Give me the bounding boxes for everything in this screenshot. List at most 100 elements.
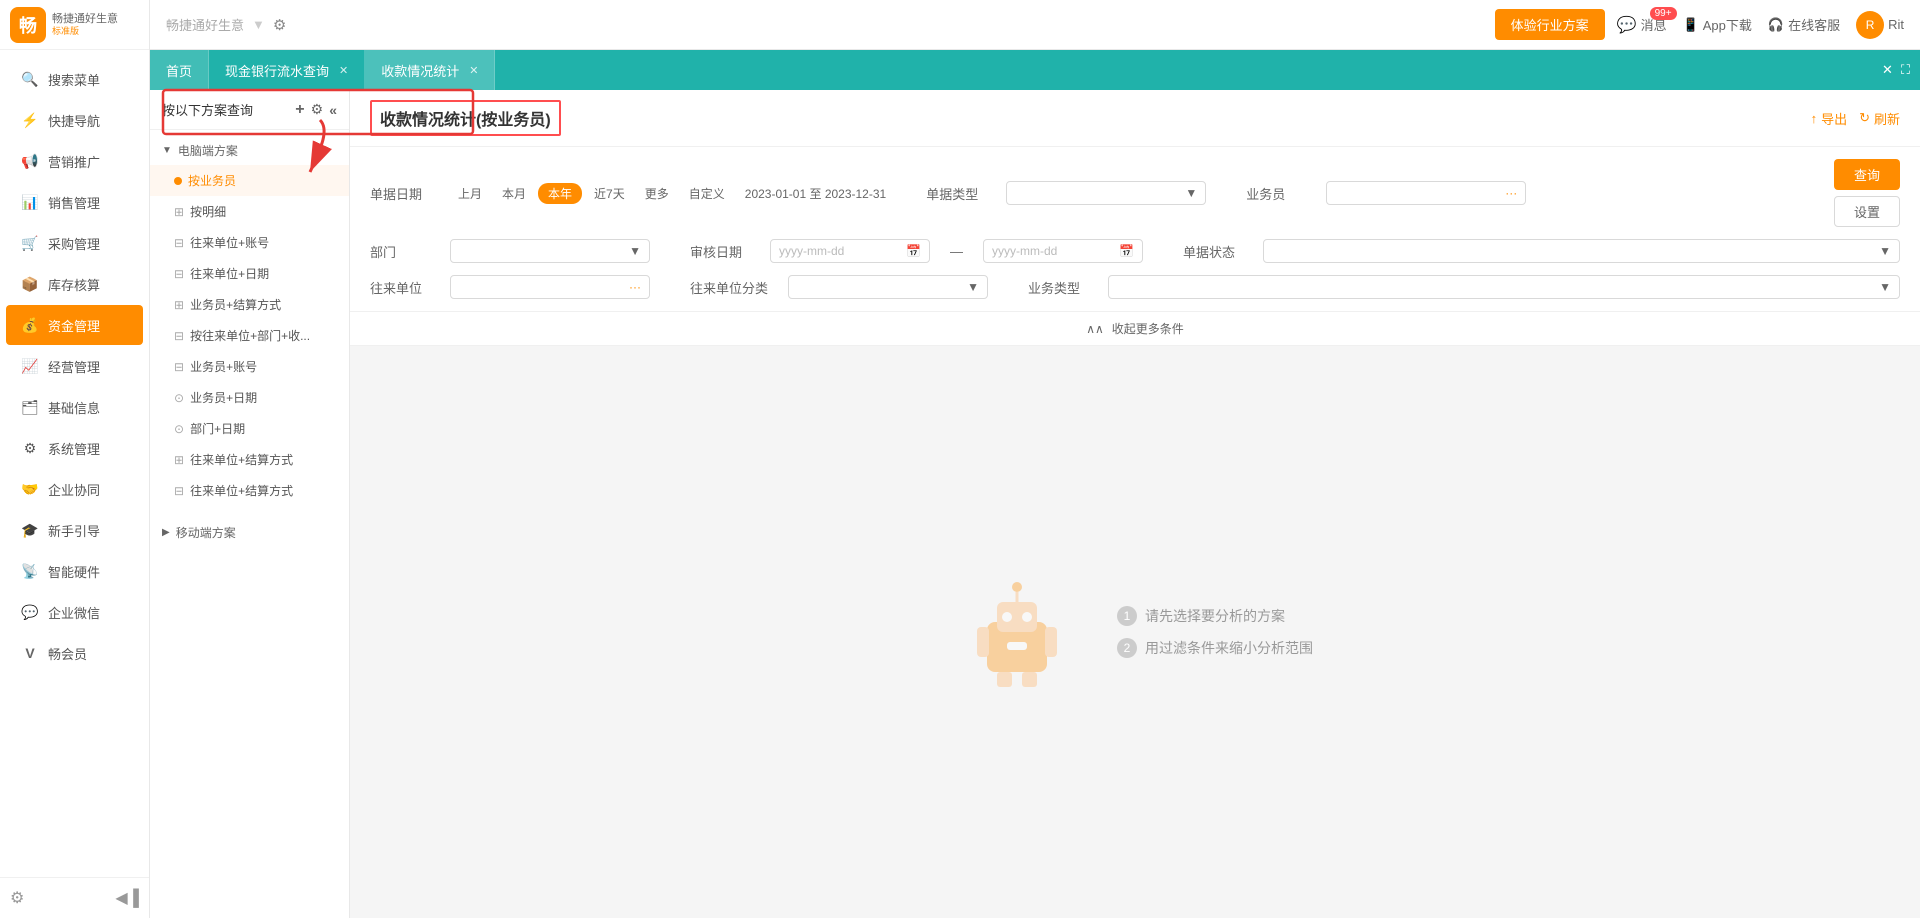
app-breadcrumb: 畅捷通好生意 (166, 15, 244, 34)
logo-text: 畅捷通好生意 标准版 (52, 12, 118, 38)
page-actions: ↑ 导出 ↻ 刷新 (1811, 109, 1900, 128)
page-title: 收款情况统计(按业务员) (370, 100, 561, 136)
tab-home[interactable]: 首页 (150, 50, 209, 90)
sidebar-item-inventory[interactable]: 📦 库存核算 (6, 264, 143, 304)
panel-add-icon[interactable]: + (295, 101, 304, 119)
sidebar-item-operation[interactable]: 📈 经营管理 (6, 346, 143, 386)
salesperson-more-icon[interactable]: ··· (1505, 186, 1517, 200)
calendar-start-icon[interactable]: 📅 (906, 244, 921, 258)
marketing-icon: 📢 (20, 151, 40, 171)
date-label: 单据日期 (370, 184, 430, 203)
sidebar-item-system[interactable]: ⚙ 系统管理 (6, 428, 143, 468)
tab-close-all-icon[interactable]: ✕ (1882, 62, 1893, 78)
tab-receipt[interactable]: 收款情况统计 ✕ (365, 50, 495, 90)
date-tabs: 上月 本月 本年 近7天 更多 自定义 2023-01-01 至 2023-12… (450, 183, 886, 204)
query-button[interactable]: 查询 (1834, 159, 1900, 190)
set-button[interactable]: 设置 (1834, 196, 1900, 227)
panel-header-label: 按以下方案查询 (162, 100, 253, 119)
counterpart-category-select[interactable]: ▼ (788, 275, 988, 299)
date-tab-thisyear[interactable]: 本年 (538, 183, 582, 204)
sidebar-item-label: 营销推广 (48, 152, 100, 171)
panel-item-unit-dept[interactable]: ⊟ 按往来单位+部门+收... (150, 320, 349, 351)
date-tab-thismonth[interactable]: 本月 (494, 183, 534, 204)
sidebar-item-purchase[interactable]: 🛒 采购管理 (6, 223, 143, 263)
business-type-dropdown-icon: ▼ (1879, 280, 1891, 294)
tab-maximize-icon[interactable]: ⛶ (1901, 62, 1910, 78)
panel-item-unit-settle1[interactable]: ⊞ 往来单位+结算方式 (150, 444, 349, 475)
sidebar-item-label: 库存核算 (48, 275, 100, 294)
dept-select[interactable]: ▼ (450, 239, 650, 263)
online-service-area[interactable]: 🎧 在线客服 (1768, 15, 1840, 34)
tab-bar-actions: ✕ ⛶ (1882, 62, 1920, 78)
date-tab-custom[interactable]: 自定义 (681, 183, 733, 204)
sales-icon: 📊 (20, 192, 40, 212)
calendar-end-icon[interactable]: 📅 (1119, 244, 1134, 258)
sidebar-settings-icon[interactable]: ⚙ (10, 888, 24, 908)
review-date-start[interactable]: yyyy-mm-dd 📅 (770, 239, 930, 263)
counterpart-more-icon[interactable]: ··· (629, 280, 641, 294)
panel-collapse-icon[interactable]: « (329, 102, 337, 118)
salesperson-label: 业务员 (1246, 184, 1306, 203)
sidebar-item-corp[interactable]: 🤝 企业协同 (6, 469, 143, 509)
sidebar-item-basic[interactable]: 🗂 基础信息 (6, 387, 143, 427)
date-tab-more[interactable]: 更多 (637, 183, 677, 204)
messages-area[interactable]: 💬 消息 99+ (1617, 15, 1667, 35)
user-area[interactable]: R Rit (1856, 11, 1904, 39)
export-button[interactable]: ↑ 导出 (1811, 109, 1848, 128)
basic-icon: 🗂 (20, 397, 40, 417)
mobile-section-title[interactable]: ▶ 移动端方案 (150, 518, 349, 547)
sidebar-item-search[interactable]: 🔍 搜索菜单 (6, 59, 143, 99)
panel-item-sale-date[interactable]: ⊙ 业务员+日期 (150, 382, 349, 413)
sidebar-item-hardware[interactable]: 📡 智能硬件 (6, 551, 143, 591)
sidebar-item-label: 资金管理 (48, 316, 100, 335)
desktop-section-title[interactable]: ▼ 电脑端方案 (150, 136, 349, 165)
collapse-bar[interactable]: ∧∧ 收起更多条件 (350, 312, 1920, 346)
panel-item-label: 往来单位+结算方式 (190, 482, 293, 499)
sidebar-item-label: 采购管理 (48, 234, 100, 253)
sidebar-item-finance[interactable]: 💰 资金管理 (6, 305, 143, 345)
receipt-tab-close-icon[interactable]: ✕ (469, 64, 478, 77)
panel-item-unit-account[interactable]: ⊟ 往来单位+账号 (150, 227, 349, 258)
sidebar-item-quicknav[interactable]: ⚡ 快捷导航 (6, 100, 143, 140)
sidebar-item-label: 智能硬件 (48, 562, 100, 581)
panel-item-sale-account[interactable]: ⊟ 业务员+账号 (150, 351, 349, 382)
sidebar-item-wechat[interactable]: 💬 企业微信 (6, 592, 143, 632)
review-date-end[interactable]: yyyy-mm-dd 📅 (983, 239, 1143, 263)
salesperson-select[interactable]: ··· (1326, 181, 1526, 205)
review-start-placeholder: yyyy-mm-dd (779, 244, 902, 258)
panel-item-salesperson[interactable]: 按业务员 (150, 165, 349, 196)
bill-type-select[interactable]: ▼ (1006, 181, 1206, 205)
panel-item-detail[interactable]: ⊞ 按明细 (150, 196, 349, 227)
date-tab-lastmonth[interactable]: 上月 (450, 183, 490, 204)
panel-header-actions: + ⚙ « (295, 101, 337, 119)
panel-item-unit-date[interactable]: ⊟ 往来单位+日期 (150, 258, 349, 289)
sidebar-item-guide[interactable]: 🎓 新手引导 (6, 510, 143, 550)
panel-item-dept-date[interactable]: ⊙ 部门+日期 (150, 413, 349, 444)
counterpart-select[interactable]: ··· (450, 275, 650, 299)
gear-button[interactable]: ⚙ (273, 16, 286, 34)
sidebar-item-marketing[interactable]: 📢 营销推广 (6, 141, 143, 181)
trial-btn[interactable]: 体验行业方案 (1495, 9, 1605, 40)
bank-tab-label: 现金银行流水查询 (225, 61, 329, 80)
app-download-area[interactable]: 📱 App下载 (1683, 15, 1752, 34)
business-type-select[interactable]: ▼ (1108, 275, 1900, 299)
service-icon: 🎧 (1768, 17, 1784, 33)
date-tab-7days[interactable]: 近7天 (586, 183, 633, 204)
refresh-button[interactable]: ↻ 刷新 (1859, 109, 1900, 128)
bill-status-label: 单据状态 (1183, 242, 1243, 261)
bill-status-select[interactable]: ▼ (1263, 239, 1900, 263)
filter-area: 单据日期 上月 本月 本年 近7天 更多 自定义 2023-01-01 至 20… (350, 147, 1920, 312)
sidebar-footer: ⚙ ◀▐ (0, 877, 149, 918)
collapse-label: 收起更多条件 (1112, 320, 1184, 337)
panel-item-label: 业务员+结算方式 (190, 296, 281, 313)
panel-item-sale-settle[interactable]: ⊞ 业务员+结算方式 (150, 289, 349, 320)
tab-bank[interactable]: 现金银行流水查询 ✕ (209, 50, 365, 90)
sidebar-item-member[interactable]: V 畅会员 (6, 633, 143, 673)
tip-2-text: 用过滤条件来缩小分析范围 (1145, 638, 1313, 658)
sidebar-item-sales[interactable]: 📊 销售管理 (6, 182, 143, 222)
sidebar-collapse-icon[interactable]: ◀▐ (115, 888, 139, 908)
panel-settings-icon[interactable]: ⚙ (311, 101, 324, 118)
purchase-icon: 🛒 (20, 233, 40, 253)
bank-tab-close-icon[interactable]: ✕ (339, 64, 348, 77)
panel-item-unit-settle2[interactable]: ⊟ 往来单位+结算方式 (150, 475, 349, 506)
